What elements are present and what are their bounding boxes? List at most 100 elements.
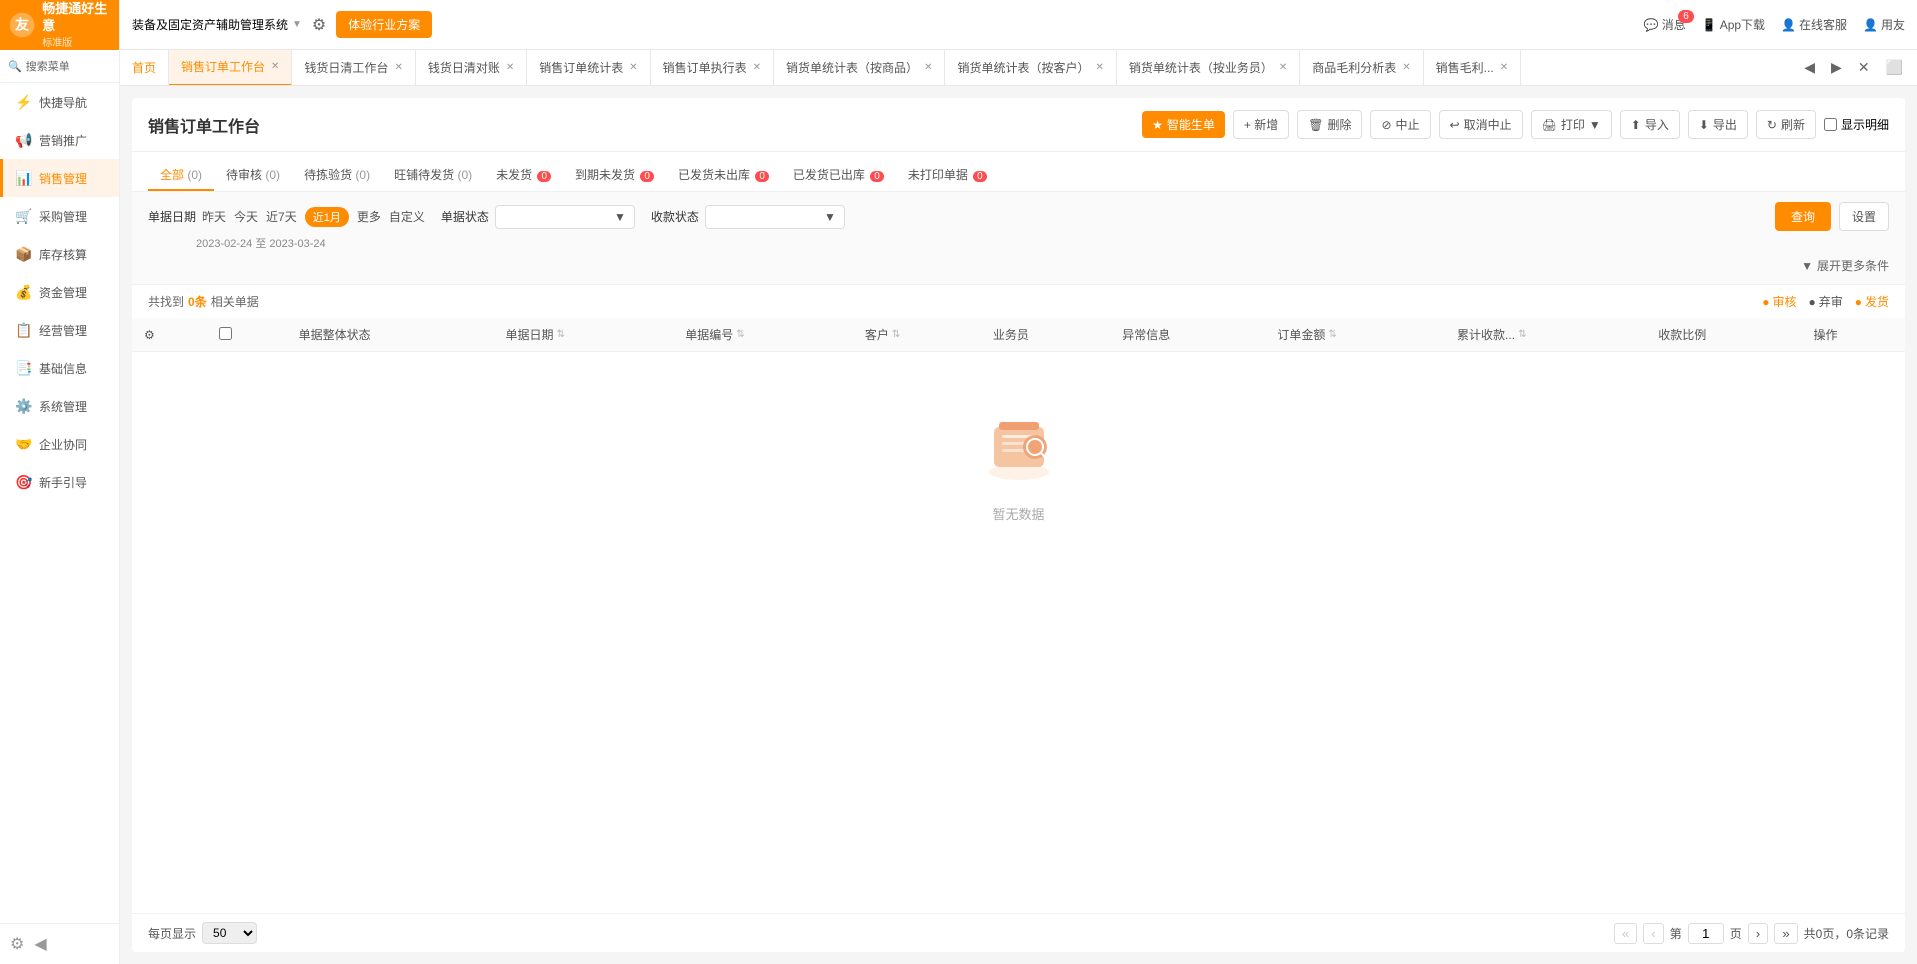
last-page-button[interactable]: » — [1774, 923, 1797, 944]
user-menu[interactable]: 👤 用友 — [1863, 16, 1905, 33]
export-button[interactable]: ⬇ 导出 — [1688, 110, 1748, 139]
show-detail-checkbox[interactable] — [1824, 118, 1837, 131]
prev-page-button[interactable]: ‹ — [1643, 923, 1663, 944]
tab-close-icon[interactable]: ✕ — [629, 62, 637, 73]
refresh-button[interactable]: ↻ 刷新 — [1756, 110, 1816, 139]
tab-nav-prev-icon[interactable]: ◀ — [1798, 57, 1821, 78]
tab-sales-more[interactable]: 销售毛利... ✕ — [1424, 50, 1521, 86]
tab-close-icon[interactable]: ✕ — [1500, 62, 1508, 73]
online-service-link[interactable]: 👤 在线客服 — [1781, 16, 1847, 33]
smart-create-button[interactable]: ★ 智能生单 — [1142, 111, 1225, 138]
sub-tab-shipped-out[interactable]: 已发货已出库 0 — [781, 160, 896, 191]
tab-close-icon[interactable]: ✕ — [1402, 62, 1410, 73]
sub-tab-wangpu[interactable]: 旺铺待发货 (0) — [382, 160, 484, 191]
tab-close-icon[interactable]: ✕ — [924, 62, 932, 73]
tab-sales-order-workbench[interactable]: 销售订单工作台 ✕ — [169, 50, 292, 86]
query-button[interactable]: 查询 — [1775, 202, 1831, 231]
tab-nav-next-icon[interactable]: ▶ — [1825, 57, 1848, 78]
date-opt-7days[interactable]: 近7天 — [266, 208, 297, 225]
first-page-button[interactable]: « — [1614, 923, 1637, 944]
th-staff[interactable]: 业务员 — [981, 318, 1110, 352]
message-badge-container[interactable]: 💬 6 消息 — [1643, 16, 1685, 33]
sidebar-settings-icon[interactable]: ⚙ — [10, 934, 24, 954]
sub-tab-overdue[interactable]: 到期未发货 0 — [563, 160, 666, 191]
tab-sales-stats-customer[interactable]: 销货单统计表（按客户） ✕ — [945, 50, 1116, 86]
th-number[interactable]: 单据编号 ⇅ — [673, 318, 853, 352]
print-button[interactable]: 🖨 打印 ▼ — [1531, 110, 1612, 139]
delete-button[interactable]: 🗑 删除 — [1297, 110, 1362, 139]
sidebar-item-operations[interactable]: 📋 经营管理 — [0, 311, 119, 349]
settings-icon[interactable]: ⚙ — [312, 15, 326, 35]
sub-tab-all[interactable]: 全部 (0) — [148, 160, 214, 191]
sidebar-item-quick-nav[interactable]: ⚡ 快捷导航 — [0, 83, 119, 121]
sub-tab-pending-review[interactable]: 待审核 (0) — [214, 160, 292, 191]
app-download-link[interactable]: 📱 App下载 — [1702, 16, 1765, 33]
suspend-button[interactable]: ⊘ 中止 — [1370, 110, 1430, 139]
pagination-right: « ‹ 第 页 › » 共0页，0条记录 — [1614, 923, 1889, 944]
th-amount[interactable]: 订单金额 ⇅ — [1265, 318, 1445, 352]
review-button[interactable]: ● 审核 — [1762, 293, 1796, 310]
sidebar-collapse-icon[interactable]: ◀ — [34, 934, 46, 954]
tab-cash-reconcile[interactable]: 钱货日清对账 ✕ — [416, 50, 527, 86]
cancel-suspend-button[interactable]: ↩ 取消中止 — [1439, 110, 1523, 139]
date-opt-today[interactable]: 今天 — [234, 208, 258, 225]
tab-close-icon[interactable]: ✕ — [1095, 62, 1103, 73]
tab-close-icon[interactable]: ✕ — [394, 62, 402, 73]
sidebar-item-enterprise[interactable]: 🤝 企业协同 — [0, 425, 119, 463]
th-date[interactable]: 单据日期 ⇅ — [494, 318, 674, 352]
sub-tab-pending-inspect[interactable]: 待拣验货 (0) — [292, 160, 382, 191]
sidebar-item-guide[interactable]: 🎯 新手引导 — [0, 463, 119, 501]
sidebar-item-purchase[interactable]: 🛒 采购管理 — [0, 197, 119, 235]
th-abnormal[interactable]: 异常信息 — [1110, 318, 1265, 352]
tab-close-icon[interactable]: ✕ — [753, 62, 761, 73]
sidebar-item-basic-info[interactable]: 📑 基础信息 — [0, 349, 119, 387]
page-label: 第 — [1670, 925, 1682, 942]
ship-button[interactable]: ● 发货 — [1855, 293, 1889, 310]
sidebar-item-finance[interactable]: 💰 资金管理 — [0, 273, 119, 311]
sidebar-item-inventory[interactable]: 📦 库存核算 — [0, 235, 119, 273]
date-opt-more[interactable]: 更多 — [357, 208, 381, 225]
date-opt-custom[interactable]: 自定义 — [389, 208, 425, 225]
page-number-input[interactable] — [1688, 923, 1724, 944]
per-page-select[interactable]: 10 20 50 100 — [202, 922, 257, 944]
show-detail-toggle[interactable]: 显示明细 — [1824, 116, 1889, 133]
cancel-review-button[interactable]: ● 弃审 — [1808, 293, 1842, 310]
date-opt-1month[interactable]: 近1月 — [305, 207, 349, 227]
tab-close-icon[interactable]: ✕ — [506, 62, 514, 73]
tab-sales-more-label: 销售毛利... — [1436, 59, 1494, 76]
tab-sales-stats-product[interactable]: 销货单统计表（按商品） ✕ — [774, 50, 945, 86]
next-page-button[interactable]: › — [1748, 923, 1768, 944]
tab-close-icon[interactable]: ✕ — [271, 61, 279, 72]
tab-home[interactable]: 首页 — [120, 50, 169, 86]
tab-sales-order-exec[interactable]: 销售订单执行表 ✕ — [651, 50, 774, 86]
tab-close-all-icon[interactable]: ✕ — [1852, 57, 1876, 78]
status-select[interactable]: ▼ — [495, 205, 635, 229]
sub-tab-not-shipped[interactable]: 未发货 0 — [484, 160, 563, 191]
th-customer[interactable]: 客户 ⇅ — [853, 318, 981, 352]
sub-tab-not-printed[interactable]: 未打印单据 0 — [896, 160, 999, 191]
sidebar-item-system[interactable]: ⚙️ 系统管理 — [0, 387, 119, 425]
system-title-dropdown[interactable]: 装备及固定资产辅助管理系统 ▼ — [132, 16, 302, 33]
th-received[interactable]: 累计收款... ⇅ — [1445, 318, 1646, 352]
sidebar-search[interactable]: 🔍 搜索菜单 — [0, 50, 119, 83]
th-checkbox[interactable] — [207, 318, 287, 352]
tab-maximize-icon[interactable]: ⬜ — [1880, 57, 1909, 78]
tab-product-margin[interactable]: 商品毛利分析表 ✕ — [1300, 50, 1423, 86]
payment-select[interactable]: ▼ — [705, 205, 845, 229]
tab-cash-daily[interactable]: 钱货日清工作台 ✕ — [292, 50, 415, 86]
expand-more-button[interactable]: ▼ 展开更多条件 — [1801, 257, 1889, 274]
industry-solution-button[interactable]: 体验行业方案 — [336, 11, 432, 38]
tab-close-icon[interactable]: ✕ — [1279, 62, 1287, 73]
import-button[interactable]: ⬆ 导入 — [1620, 110, 1680, 139]
sidebar-item-sales[interactable]: 📊 销售管理 — [0, 159, 119, 197]
tab-sales-stats-staff[interactable]: 销货单统计表（按业务员） ✕ — [1117, 50, 1300, 86]
select-all-checkbox[interactable] — [219, 327, 232, 340]
th-status[interactable]: 单据整体状态 — [287, 318, 494, 352]
set-button[interactable]: 设置 — [1839, 202, 1889, 231]
add-button[interactable]: + 新增 — [1233, 110, 1289, 139]
sidebar-item-marketing[interactable]: 📢 营销推广 — [0, 121, 119, 159]
sub-tab-shipped-not-out[interactable]: 已发货未出库 0 — [666, 160, 781, 191]
th-settings[interactable]: ⚙ — [132, 318, 207, 352]
tab-sales-order-stats[interactable]: 销售订单统计表 ✕ — [527, 50, 650, 86]
date-opt-yesterday[interactable]: 昨天 — [202, 208, 226, 225]
